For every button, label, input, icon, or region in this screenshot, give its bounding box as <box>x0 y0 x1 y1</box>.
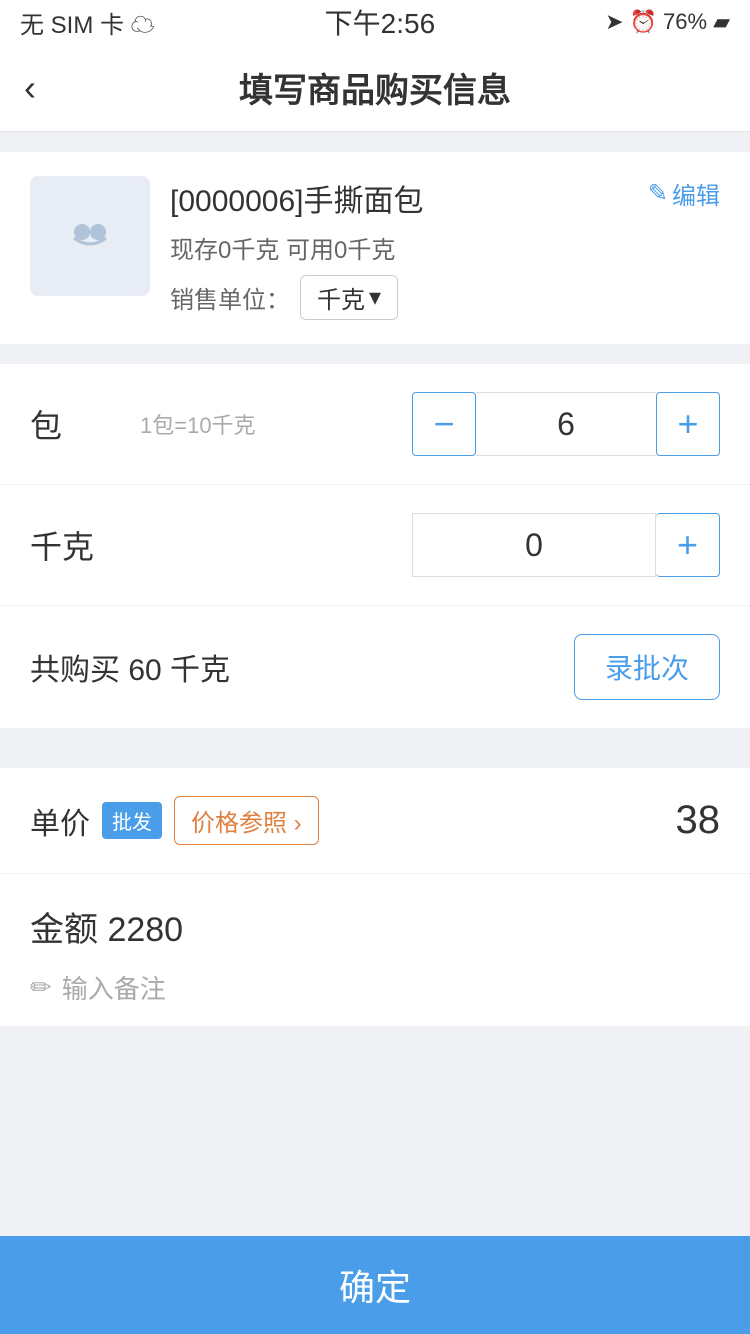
back-button[interactable]: ‹ <box>24 67 36 109</box>
package-row: 包 1包=10千克 − + <box>0 364 750 485</box>
total-row: 共购买 60 千克 录批次 <box>0 606 750 728</box>
package-plus-button[interactable]: + <box>656 392 720 456</box>
package-stepper: − + <box>412 392 720 456</box>
product-stock: 现存0千克 可用0千克 <box>170 230 720 265</box>
price-value: 38 <box>676 798 721 843</box>
product-logo-icon <box>60 206 120 266</box>
status-time: 下午2:56 <box>325 2 436 42</box>
confirm-button[interactable]: 确定 <box>0 1236 750 1334</box>
battery-icon: ▰ <box>713 9 730 35</box>
edit-button[interactable]: ✎ 编辑 <box>648 176 720 211</box>
kg-label: 千克 <box>30 522 130 568</box>
package-sublabel: 1包=10千克 <box>140 408 412 440</box>
status-right: ➤ ⏰ 76% ▰ <box>605 9 730 35</box>
page-title: 填写商品购买信息 <box>239 63 511 112</box>
edit-icon: ✎ <box>648 179 668 208</box>
amount-value: 2280 <box>107 911 183 949</box>
kg-input-group: + <box>412 513 720 577</box>
amount-label: 金额 <box>30 911 98 949</box>
price-section: 单价 批发 价格参照 › 38 <box>0 768 750 874</box>
package-label: 包 <box>30 401 130 447</box>
nav-bar: ‹ 填写商品购买信息 <box>0 44 750 132</box>
kg-plus-button[interactable]: + <box>656 513 720 577</box>
alarm-icon: ⏰ <box>630 9 657 35</box>
status-bar: 无 SIM 卡 ☁ 下午2:56 ➤ ⏰ 76% ▰ <box>0 0 750 44</box>
note-input[interactable]: 输入备注 <box>62 969 166 1006</box>
divider-2 <box>0 728 750 748</box>
sim-signal: 无 SIM 卡 ☁ <box>20 5 155 40</box>
wholesale-badge: 批发 <box>102 802 162 839</box>
product-unit-row: 销售单位： 千克 ▾ <box>170 275 720 320</box>
record-batch-button[interactable]: 录批次 <box>574 634 720 700</box>
divider-1 <box>0 344 750 364</box>
price-left: 单价 批发 价格参照 › <box>30 796 319 845</box>
unit-select[interactable]: 千克 ▾ <box>300 275 398 320</box>
price-reference-button[interactable]: 价格参照 › <box>174 796 319 845</box>
product-thumbnail <box>30 176 150 296</box>
location-icon: ➤ <box>605 9 623 35</box>
total-text: 共购买 60 千克 <box>30 645 230 689</box>
status-left: 无 SIM 卡 ☁ <box>20 5 155 40</box>
unit-label: 销售单位： <box>170 280 290 315</box>
pencil-icon: ✏ <box>30 972 52 1003</box>
amount-row: 金额 2280 <box>30 902 720 951</box>
price-label: 单价 <box>30 799 90 843</box>
kg-row: 千克 + <box>0 485 750 606</box>
kg-input[interactable] <box>412 513 656 577</box>
package-input[interactable] <box>476 392 656 456</box>
product-info: [0000006]手撕面包 现存0千克 可用0千克 销售单位： 千克 ▾ <box>170 176 720 320</box>
package-minus-button[interactable]: − <box>412 392 476 456</box>
battery-text: 76% <box>663 9 707 35</box>
product-card: [0000006]手撕面包 现存0千克 可用0千克 销售单位： 千克 ▾ ✎ 编… <box>0 152 750 344</box>
note-row[interactable]: ✏ 输入备注 <box>30 969 720 1006</box>
input-section: 包 1包=10千克 − + 千克 + <box>0 364 750 606</box>
amount-section: 金额 2280 ✏ 输入备注 <box>0 874 750 1026</box>
product-name: [0000006]手撕面包 <box>170 176 720 220</box>
chevron-down-icon: ▾ <box>369 283 381 312</box>
